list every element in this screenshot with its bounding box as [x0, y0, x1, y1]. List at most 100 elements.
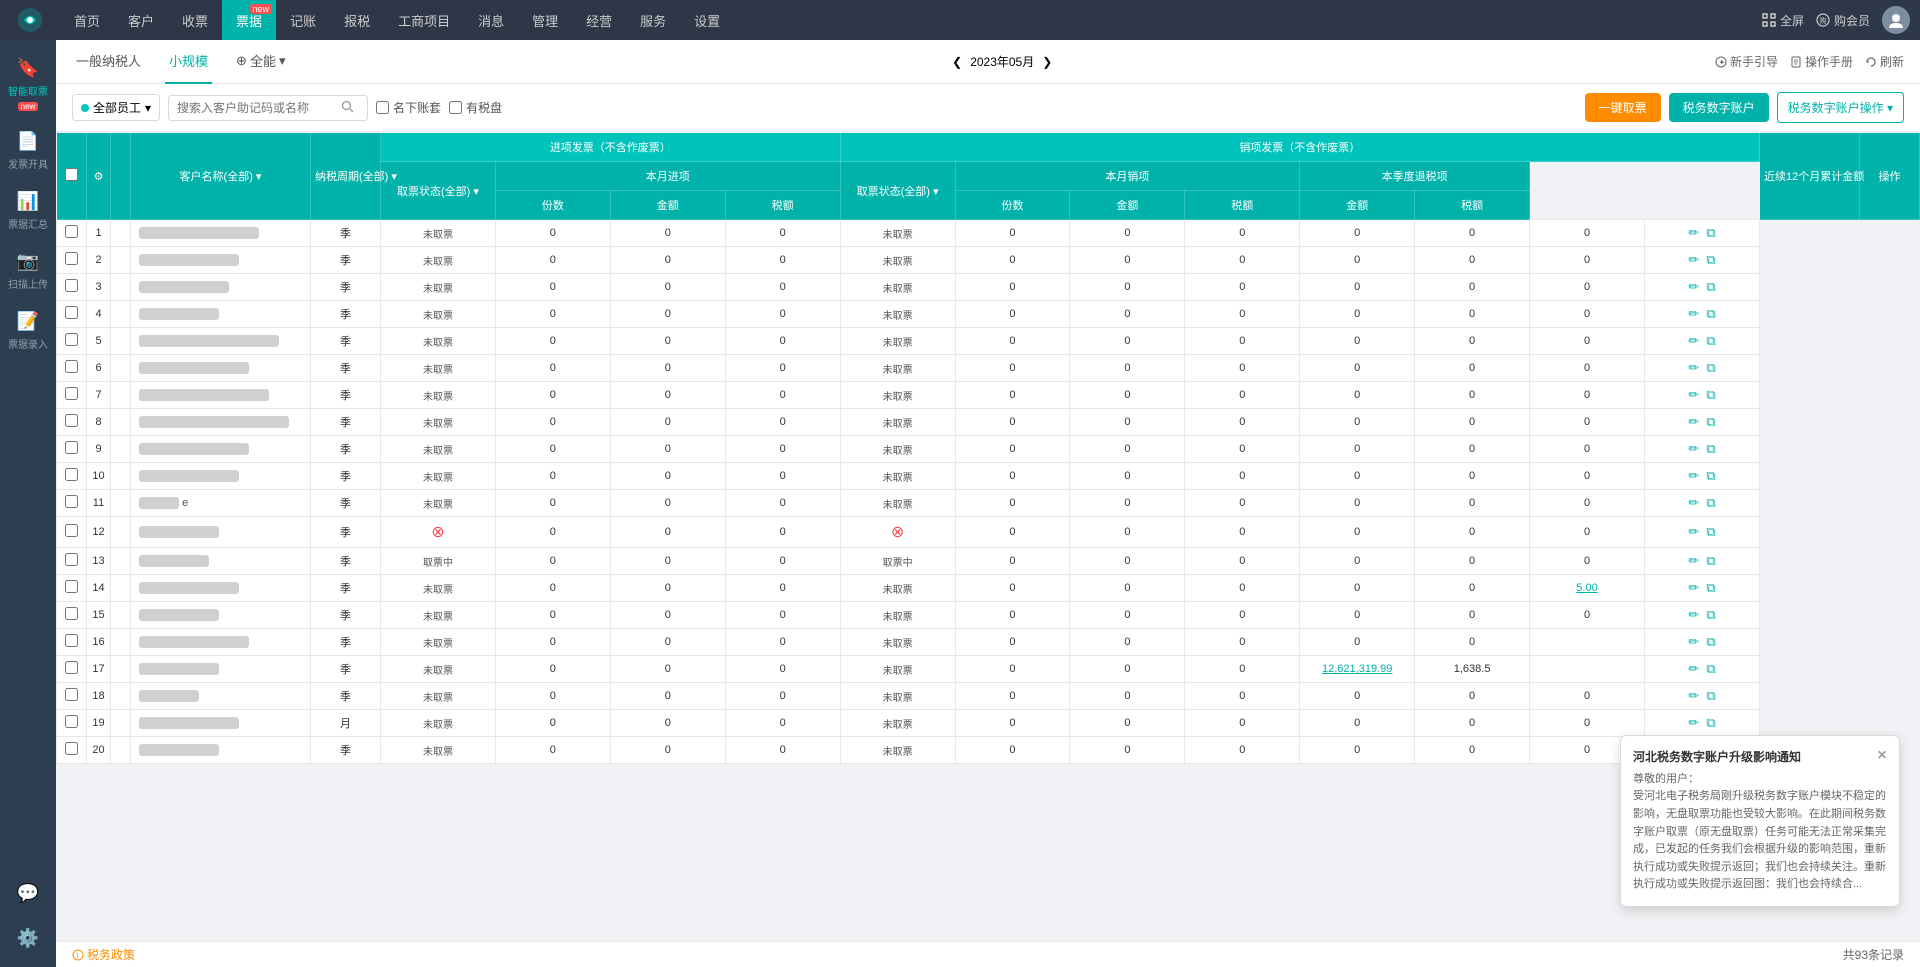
edit-btn[interactable]: ✏	[1688, 495, 1699, 510]
edit-btn[interactable]: ✏	[1688, 252, 1699, 267]
copy-btn[interactable]: ⧉	[1706, 688, 1715, 703]
tax-digital-btn[interactable]: 税务数字账户	[1669, 93, 1769, 122]
copy-btn[interactable]: ⧉	[1706, 360, 1715, 375]
nav-home[interactable]: 首页	[60, 0, 114, 40]
copy-btn[interactable]: ⧉	[1706, 607, 1715, 622]
copy-btn[interactable]: ⧉	[1706, 333, 1715, 348]
subnav-all[interactable]: ⊕全能 ▾	[232, 40, 289, 84]
search-button[interactable]	[341, 100, 354, 116]
copy-btn[interactable]: ⧉	[1706, 661, 1715, 676]
copy-btn[interactable]: ⧉	[1706, 495, 1715, 510]
edit-btn[interactable]: ✏	[1688, 468, 1699, 483]
sidebar-item-scan[interactable]: 📷 扫描上传	[3, 243, 53, 299]
select-all-checkbox[interactable]	[65, 168, 78, 181]
nav-ticket[interactable]: 票据 new	[222, 0, 276, 40]
copy-btn[interactable]: ⧉	[1706, 524, 1715, 539]
edit-btn[interactable]: ✏	[1688, 715, 1699, 730]
sidebar-item-summary[interactable]: 📊 票据汇总	[3, 183, 53, 239]
row-checkbox[interactable]	[65, 252, 78, 265]
edit-btn[interactable]: ✏	[1688, 661, 1699, 676]
copy-btn[interactable]: ⧉	[1706, 252, 1715, 267]
edit-btn[interactable]: ✏	[1688, 634, 1699, 649]
copy-btn[interactable]: ⧉	[1706, 580, 1715, 595]
row-checkbox[interactable]	[65, 715, 78, 728]
copy-btn[interactable]: ⧉	[1706, 553, 1715, 568]
tax-digital-op-btn[interactable]: 税务数字账户操作 ▾	[1777, 92, 1904, 123]
copy-btn[interactable]: ⧉	[1706, 414, 1715, 429]
edit-btn[interactable]: ✏	[1688, 524, 1699, 539]
copy-btn[interactable]: ⧉	[1706, 715, 1715, 730]
row-checkbox[interactable]	[65, 524, 78, 537]
nav-tax[interactable]: 报税	[330, 0, 384, 40]
subnav-small[interactable]: 小规模	[165, 40, 212, 84]
sidebar-item-entry[interactable]: 📝 票据录入	[3, 303, 53, 359]
nav-settings[interactable]: 设置	[680, 0, 734, 40]
row-checkbox[interactable]	[65, 688, 78, 701]
nav-receipt[interactable]: 收票	[168, 0, 222, 40]
refresh-btn[interactable]: 刷新	[1865, 53, 1904, 70]
taxpad-checkbox[interactable]	[449, 101, 462, 114]
nav-operation[interactable]: 经营	[572, 0, 626, 40]
app-logo[interactable]	[10, 0, 50, 40]
member-btn[interactable]: 购 购会员	[1816, 12, 1870, 29]
employee-filter[interactable]: 全部员工 ▾	[72, 94, 160, 121]
user-avatar[interactable]	[1882, 6, 1910, 34]
row-checkbox[interactable]	[65, 360, 78, 373]
row-checkbox[interactable]	[65, 553, 78, 566]
edit-btn[interactable]: ✏	[1688, 333, 1699, 348]
notification-close-btn[interactable]: ✕	[1877, 748, 1887, 765]
row-checkbox[interactable]	[65, 742, 78, 755]
edit-btn[interactable]: ✏	[1688, 580, 1699, 595]
row-checkbox[interactable]	[65, 225, 78, 238]
row-checkbox[interactable]	[65, 661, 78, 674]
downsheet-checkbox[interactable]	[376, 101, 389, 114]
row-checkbox[interactable]	[65, 387, 78, 400]
date-next-btn[interactable]: ❯	[1042, 55, 1052, 69]
sidebar-item-open[interactable]: 📄 发票开具	[3, 123, 53, 179]
manual-btn[interactable]: 操作手册	[1790, 53, 1853, 70]
sidebar-item-help[interactable]: 💬	[3, 875, 53, 912]
edit-btn[interactable]: ✏	[1688, 414, 1699, 429]
downsheet-filter[interactable]: 名下账套	[376, 99, 441, 116]
edit-btn[interactable]: ✏	[1688, 279, 1699, 294]
edit-btn[interactable]: ✏	[1688, 225, 1699, 240]
sidebar-item-smartticket[interactable]: 🔖 智能取票 new	[3, 50, 53, 119]
row-checkbox[interactable]	[65, 634, 78, 647]
row-checkbox[interactable]	[65, 414, 78, 427]
row-checkbox[interactable]	[65, 333, 78, 346]
date-prev-btn[interactable]: ❮	[952, 55, 962, 69]
nav-accounting[interactable]: 记账	[276, 0, 330, 40]
copy-btn[interactable]: ⧉	[1706, 387, 1715, 402]
tax-policy-link[interactable]: i 税务政策	[72, 946, 135, 963]
edit-btn[interactable]: ✏	[1688, 553, 1699, 568]
edit-btn[interactable]: ✏	[1688, 688, 1699, 703]
search-input[interactable]	[177, 101, 337, 115]
copy-btn[interactable]: ⧉	[1706, 225, 1715, 240]
edit-btn[interactable]: ✏	[1688, 306, 1699, 321]
edit-btn[interactable]: ✏	[1688, 607, 1699, 622]
row-checkbox[interactable]	[65, 441, 78, 454]
nav-message[interactable]: 消息	[464, 0, 518, 40]
row-checkbox[interactable]	[65, 495, 78, 508]
row-checkbox[interactable]	[65, 607, 78, 620]
copy-btn[interactable]: ⧉	[1706, 306, 1715, 321]
subnav-general[interactable]: 一般纳税人	[72, 40, 145, 84]
new-guide-btn[interactable]: ✦ 新手引导	[1715, 53, 1778, 70]
edit-btn[interactable]: ✏	[1688, 387, 1699, 402]
row-checkbox[interactable]	[65, 580, 78, 593]
edit-btn[interactable]: ✏	[1688, 360, 1699, 375]
fullscreen-btn[interactable]: 全屏	[1762, 12, 1804, 29]
copy-btn[interactable]: ⧉	[1706, 468, 1715, 483]
copy-btn[interactable]: ⧉	[1706, 279, 1715, 294]
row-checkbox[interactable]	[65, 279, 78, 292]
edit-btn[interactable]: ✏	[1688, 441, 1699, 456]
row-checkbox[interactable]	[65, 468, 78, 481]
copy-btn[interactable]: ⧉	[1706, 441, 1715, 456]
one-key-ticket-btn[interactable]: 一键取票	[1585, 93, 1661, 122]
nav-manage[interactable]: 管理	[518, 0, 572, 40]
sidebar-item-settings2[interactable]: ⚙️	[3, 920, 53, 957]
taxpad-filter[interactable]: 有税盘	[449, 99, 502, 116]
copy-btn[interactable]: ⧉	[1706, 634, 1715, 649]
nav-client[interactable]: 客户	[114, 0, 168, 40]
nav-business[interactable]: 工商项目	[384, 0, 464, 40]
